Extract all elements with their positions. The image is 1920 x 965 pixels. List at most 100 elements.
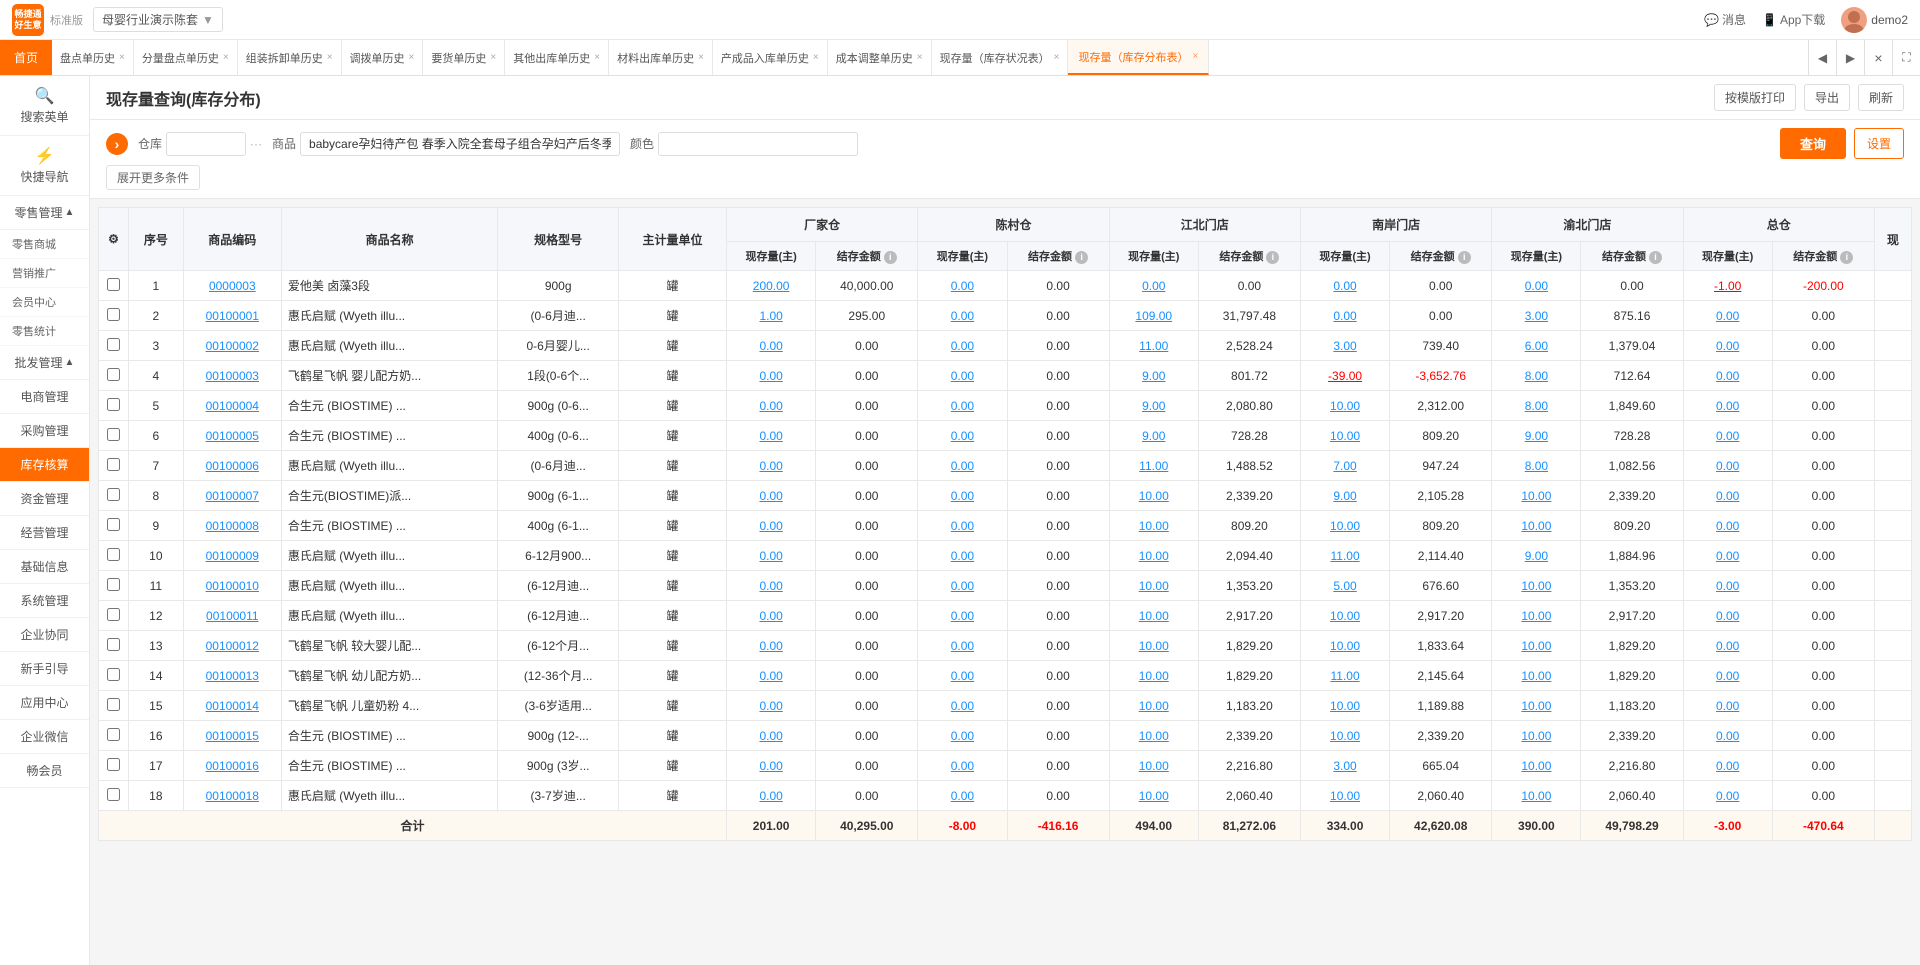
row-cc-qty[interactable]: 0.00 (918, 301, 1007, 331)
row-cj-qty[interactable]: 0.00 (727, 721, 816, 751)
row-na-qty[interactable]: -39.00 (1300, 361, 1389, 391)
row-yb-qty[interactable]: 10.00 (1492, 661, 1581, 691)
row-na-qty[interactable]: 5.00 (1300, 571, 1389, 601)
row-zc-qty[interactable]: 0.00 (1683, 331, 1772, 361)
row-jb-qty[interactable]: 10.00 (1109, 751, 1198, 781)
sidebar-sub-member[interactable]: 会员中心 (0, 288, 89, 317)
row-na-qty[interactable]: 10.00 (1300, 421, 1389, 451)
row-cc-qty[interactable]: 0.00 (918, 691, 1007, 721)
row-na-qty[interactable]: 3.00 (1300, 331, 1389, 361)
tab-close-all-btn[interactable]: × (1864, 40, 1892, 75)
row-cj-qty[interactable]: 0.00 (727, 661, 816, 691)
row-yb-qty[interactable]: 0.00 (1492, 271, 1581, 301)
row-checkbox[interactable] (99, 361, 129, 391)
sidebar-item-wholesale[interactable]: 批发管理 ▲ (0, 346, 89, 380)
query-btn[interactable]: 查询 (1780, 128, 1846, 159)
row-code[interactable]: 00100003 (183, 361, 281, 391)
row-cj-qty[interactable]: 0.00 (727, 421, 816, 451)
row-zc-qty[interactable]: 0.00 (1683, 511, 1772, 541)
row-cj-qty[interactable]: 0.00 (727, 361, 816, 391)
tab-item[interactable]: 成本调整单历史 × (828, 40, 932, 75)
sidebar-item-apps[interactable]: 应用中心 (0, 686, 89, 720)
row-zc-qty[interactable]: 0.00 (1683, 541, 1772, 571)
row-checkbox[interactable] (99, 691, 129, 721)
row-jb-qty[interactable]: 10.00 (1109, 511, 1198, 541)
row-jb-qty[interactable]: 10.00 (1109, 631, 1198, 661)
row-zc-qty[interactable]: -1.00 (1683, 271, 1772, 301)
row-zc-qty[interactable]: 0.00 (1683, 631, 1772, 661)
row-code[interactable]: 00100009 (183, 541, 281, 571)
row-yb-qty[interactable]: 8.00 (1492, 451, 1581, 481)
row-zc-qty[interactable]: 0.00 (1683, 601, 1772, 631)
row-code[interactable]: 00100005 (183, 421, 281, 451)
row-yb-qty[interactable]: 10.00 (1492, 571, 1581, 601)
message-btn[interactable]: 💬 消息 (1704, 11, 1746, 28)
row-jb-qty[interactable]: 9.00 (1109, 391, 1198, 421)
sidebar-item-purchase[interactable]: 采购管理 (0, 414, 89, 448)
col-gear[interactable]: ⚙ (99, 208, 129, 271)
warehouse-input[interactable] (166, 132, 246, 156)
tab-item[interactable]: 其他出库单历史 × (505, 40, 609, 75)
row-cc-qty[interactable]: 0.00 (918, 601, 1007, 631)
export-btn[interactable]: 导出 (1804, 84, 1850, 111)
tab-home[interactable]: 首页 (0, 40, 52, 75)
row-cc-qty[interactable]: 0.00 (918, 781, 1007, 811)
row-jb-qty[interactable]: 11.00 (1109, 451, 1198, 481)
row-checkbox[interactable] (99, 391, 129, 421)
row-checkbox[interactable] (99, 481, 129, 511)
row-na-qty[interactable]: 10.00 (1300, 721, 1389, 751)
row-jb-qty[interactable]: 10.00 (1109, 601, 1198, 631)
row-checkbox[interactable] (99, 601, 129, 631)
row-code[interactable]: 00100012 (183, 631, 281, 661)
row-na-qty[interactable]: 11.00 (1300, 541, 1389, 571)
row-cc-qty[interactable]: 0.00 (918, 661, 1007, 691)
row-cc-qty[interactable]: 0.00 (918, 451, 1007, 481)
row-cj-qty[interactable]: 0.00 (727, 781, 816, 811)
row-code[interactable]: 00100010 (183, 571, 281, 601)
row-zc-qty[interactable]: 0.00 (1683, 361, 1772, 391)
row-cj-qty[interactable]: 0.00 (727, 601, 816, 631)
row-checkbox[interactable] (99, 721, 129, 751)
industry-selector[interactable]: 母婴行业演示陈套 ▼ (93, 7, 223, 32)
row-jb-qty[interactable]: 10.00 (1109, 541, 1198, 571)
row-cj-qty[interactable]: 0.00 (727, 691, 816, 721)
tab-item[interactable]: 要货单历史 × (423, 40, 505, 75)
row-zc-qty[interactable]: 0.00 (1683, 691, 1772, 721)
row-cj-qty[interactable]: 0.00 (727, 511, 816, 541)
row-cc-qty[interactable]: 0.00 (918, 331, 1007, 361)
row-code[interactable]: 00100007 (183, 481, 281, 511)
table-wrapper[interactable]: ⚙ 序号 商品编码 商品名称 规格型号 主计量单位 厂家仓 陈村仓 江北门店 南… (90, 199, 1920, 965)
row-zc-qty[interactable]: 0.00 (1683, 721, 1772, 751)
row-checkbox[interactable] (99, 631, 129, 661)
tab-item[interactable]: 现存量（库存状况表）× (932, 40, 1069, 75)
row-cj-qty[interactable]: 0.00 (727, 331, 816, 361)
row-jb-qty[interactable]: 109.00 (1109, 301, 1198, 331)
tab-item[interactable]: 分量盘点单历史 × (134, 40, 238, 75)
row-code[interactable]: 00100001 (183, 301, 281, 331)
row-checkbox[interactable] (99, 751, 129, 781)
row-jb-qty[interactable]: 10.00 (1109, 721, 1198, 751)
row-jb-qty[interactable]: 9.00 (1109, 361, 1198, 391)
row-code[interactable]: 00100016 (183, 751, 281, 781)
row-zc-qty[interactable]: 0.00 (1683, 301, 1772, 331)
row-na-qty[interactable]: 10.00 (1300, 391, 1389, 421)
row-cc-qty[interactable]: 0.00 (918, 631, 1007, 661)
sidebar-item-system[interactable]: 系统管理 (0, 584, 89, 618)
row-jb-qty[interactable]: 10.00 (1109, 661, 1198, 691)
sidebar-item-collab[interactable]: 企业协同 (0, 618, 89, 652)
tab-fullscreen-btn[interactable]: ⛶ (1892, 40, 1920, 75)
row-cc-qty[interactable]: 0.00 (918, 511, 1007, 541)
row-cc-qty[interactable]: 0.00 (918, 391, 1007, 421)
row-na-qty[interactable]: 9.00 (1300, 481, 1389, 511)
sidebar-item-member2[interactable]: 畅会员 (0, 754, 89, 788)
row-yb-qty[interactable]: 3.00 (1492, 301, 1581, 331)
sidebar-item-ecom[interactable]: 电商管理 (0, 380, 89, 414)
row-code[interactable]: 00100013 (183, 661, 281, 691)
row-yb-qty[interactable]: 10.00 (1492, 781, 1581, 811)
tab-item[interactable]: 产成品入库单历史 × (713, 40, 828, 75)
row-na-qty[interactable]: 7.00 (1300, 451, 1389, 481)
expand-btn[interactable]: 展开更多条件 (106, 165, 200, 190)
row-zc-qty[interactable]: 0.00 (1683, 451, 1772, 481)
row-zc-qty[interactable]: 0.00 (1683, 391, 1772, 421)
row-cc-qty[interactable]: 0.00 (918, 571, 1007, 601)
